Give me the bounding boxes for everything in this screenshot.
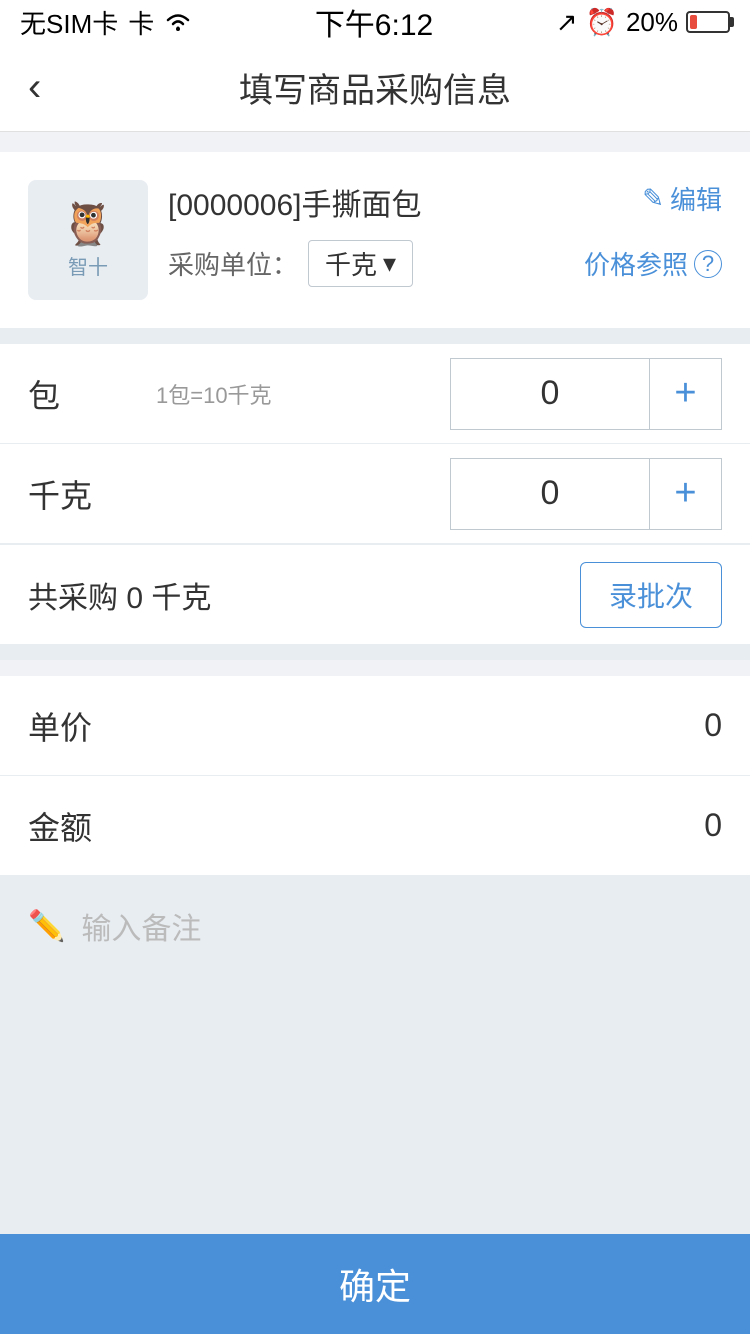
unit-dropdown-icon: ▾ bbox=[383, 248, 396, 279]
price-section: 单价 0 金额 0 bbox=[0, 676, 750, 876]
sim-text: 卡 bbox=[128, 4, 154, 41]
divider-2 bbox=[0, 644, 750, 660]
kg-quantity-input[interactable] bbox=[450, 458, 650, 530]
divider-1 bbox=[0, 328, 750, 344]
unit-value: 千克 bbox=[325, 245, 377, 282]
amount-label: 金额 bbox=[28, 803, 92, 849]
product-meta: 采购单位： 千克 ▾ 价格参照 ? bbox=[168, 240, 722, 287]
product-owl-icon: 🦉 bbox=[62, 200, 114, 249]
kg-plus-button[interactable]: + bbox=[650, 458, 722, 530]
pencil-icon: ✏️ bbox=[28, 909, 65, 944]
location-icon: ↗ bbox=[556, 7, 578, 38]
nav-bar: ‹ 填写商品采购信息 bbox=[0, 44, 750, 132]
kg-input-control: + bbox=[450, 458, 722, 530]
help-icon: ? bbox=[694, 250, 722, 278]
product-name: [0000006]手撕面包 bbox=[168, 180, 722, 224]
total-label: 共采购 bbox=[28, 582, 118, 615]
wifi-icon bbox=[164, 12, 192, 32]
status-right: ↗ ⏰ 20% bbox=[556, 7, 730, 38]
total-row: 共采购 0 千克 录批次 bbox=[0, 544, 750, 644]
status-bar: 无SIM卡 卡 下午6:12 ↗ ⏰ 20% bbox=[0, 0, 750, 44]
price-ref-label: 价格参照 bbox=[584, 245, 688, 282]
bag-input-row: 包 1包=10千克 + bbox=[0, 344, 750, 444]
note-placeholder: 输入备注 bbox=[81, 904, 201, 948]
alarm-icon: ⏰ bbox=[586, 7, 618, 38]
unit-price-row: 单价 0 bbox=[0, 676, 750, 776]
bag-plus-button[interactable]: + bbox=[650, 358, 722, 430]
status-time: 下午6:12 bbox=[315, 0, 433, 44]
bag-label: 包 bbox=[28, 371, 148, 417]
total-amount: 0 bbox=[126, 582, 143, 615]
product-info: [0000006]手撕面包 采购单位： 千克 ▾ 价格参照 ? bbox=[168, 180, 722, 287]
purchase-unit-label: 采购单位： bbox=[168, 245, 298, 282]
total-unit: 千克 bbox=[151, 582, 211, 615]
amount-row: 金额 0 bbox=[0, 776, 750, 876]
unit-select[interactable]: 千克 ▾ bbox=[308, 240, 413, 287]
bag-sub-label: 1包=10千克 bbox=[156, 378, 450, 410]
note-section[interactable]: ✏️ 输入备注 bbox=[0, 876, 750, 976]
battery-percent: 20% bbox=[626, 7, 678, 38]
batch-button[interactable]: 录批次 bbox=[580, 562, 722, 628]
carrier-text: 无SIM卡 bbox=[20, 4, 118, 41]
status-left: 无SIM卡 卡 bbox=[20, 4, 192, 41]
unit-price-label: 单价 bbox=[28, 703, 92, 749]
back-button[interactable]: ‹ bbox=[28, 65, 41, 110]
input-section: 包 1包=10千克 + 千克 + bbox=[0, 344, 750, 544]
amount-value: 0 bbox=[704, 807, 722, 844]
purchase-unit: 采购单位： 千克 ▾ bbox=[168, 240, 413, 287]
total-text: 共采购 0 千克 bbox=[28, 573, 211, 617]
kg-input-row: 千克 + bbox=[0, 444, 750, 544]
bag-quantity-input[interactable] bbox=[450, 358, 650, 430]
bag-input-control: + bbox=[450, 358, 722, 430]
product-owl-label: 智十 bbox=[68, 251, 108, 280]
price-ref-button[interactable]: 价格参照 ? bbox=[584, 245, 722, 282]
product-card: 🦉 智十 [0000006]手撕面包 采购单位： 千克 ▾ 价格参照 ? ✎ 编… bbox=[0, 152, 750, 328]
kg-label: 千克 bbox=[28, 471, 148, 517]
unit-price-value: 0 bbox=[704, 707, 722, 744]
confirm-button[interactable]: 确定 bbox=[0, 1234, 750, 1334]
edit-label: 编辑 bbox=[670, 180, 722, 217]
edit-icon: ✎ bbox=[642, 183, 664, 214]
edit-button[interactable]: ✎ 编辑 bbox=[642, 180, 722, 217]
page-title: 填写商品采购信息 bbox=[239, 63, 511, 112]
product-image: 🦉 智十 bbox=[28, 180, 148, 300]
battery-icon bbox=[686, 11, 730, 33]
